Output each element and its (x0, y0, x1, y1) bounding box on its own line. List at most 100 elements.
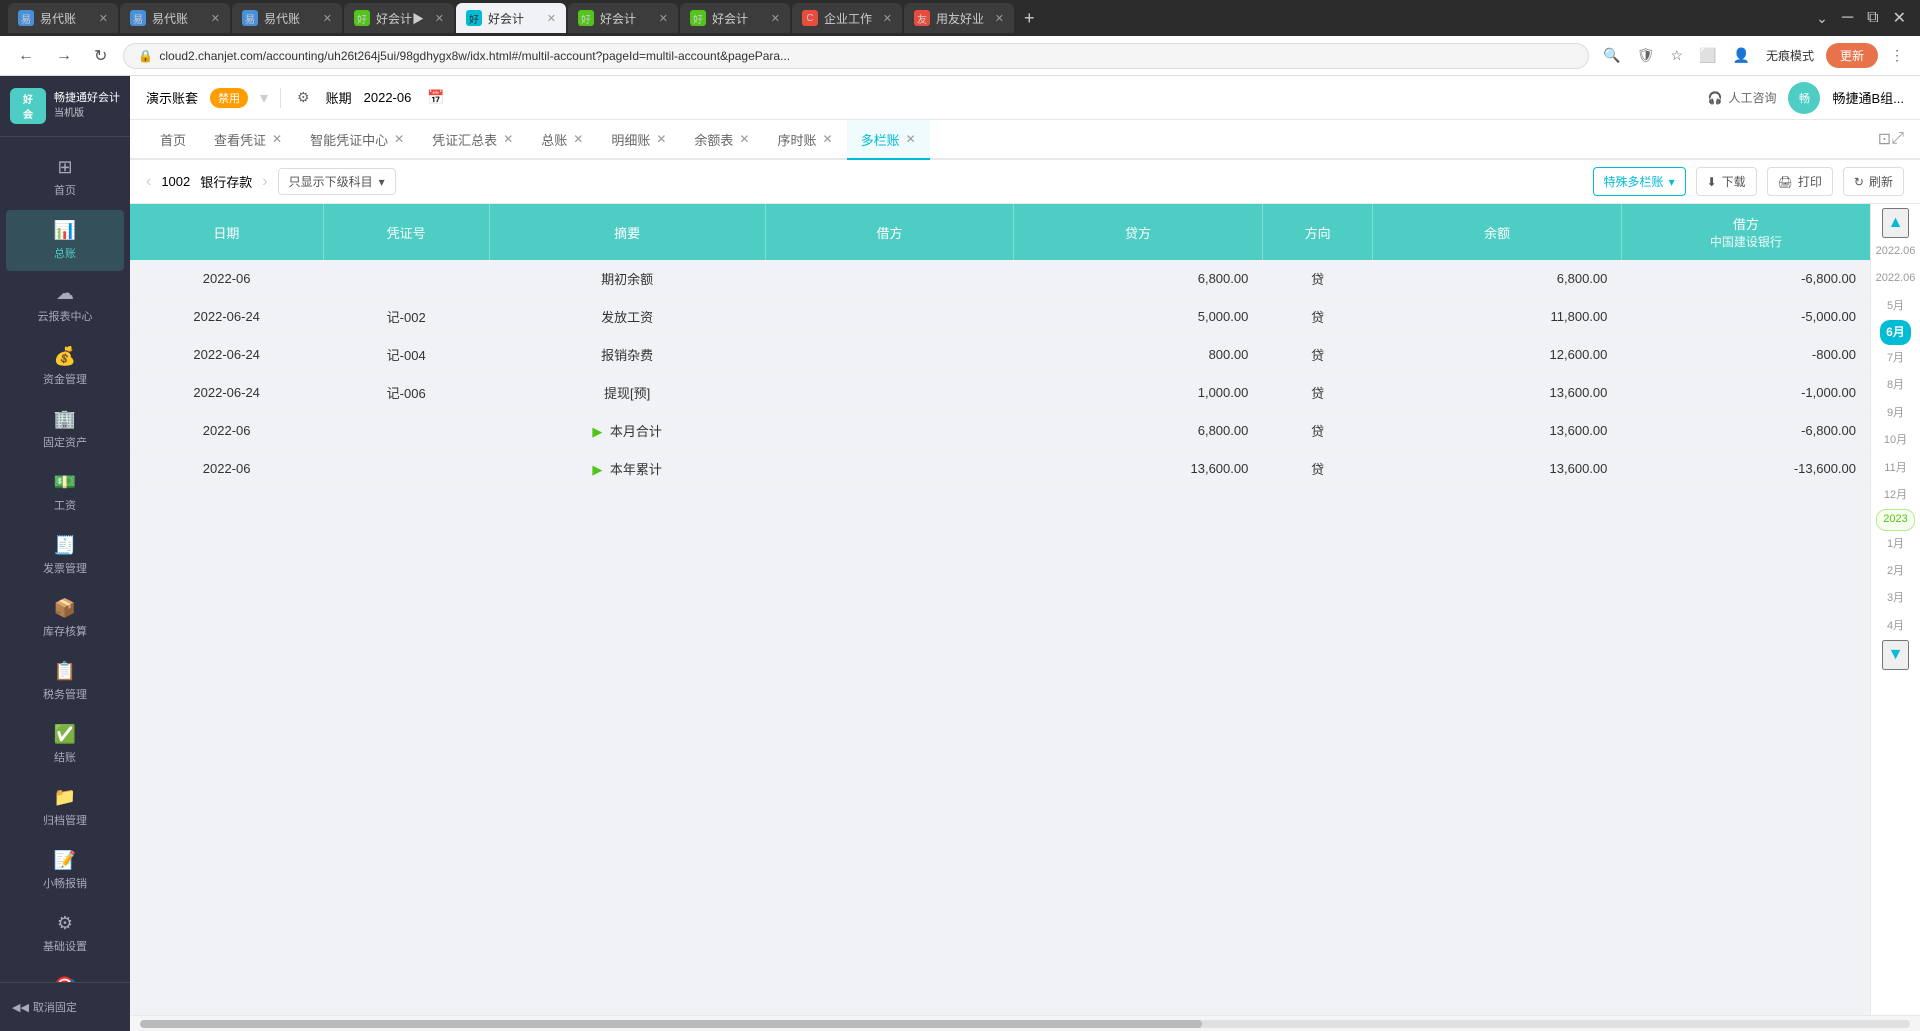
forward-button[interactable]: → (50, 43, 78, 69)
refresh-button[interactable]: ↻ 刷新 (1843, 167, 1904, 196)
bookmark-btn[interactable]: ☆ (1667, 43, 1688, 68)
tab-8-close[interactable]: ✕ (883, 12, 892, 25)
restore-btn[interactable]: ⧉ (1861, 9, 1884, 27)
timeline-scroll-up[interactable]: ▲ (1882, 208, 1910, 238)
account-prev-button[interactable]: ‹ (146, 173, 151, 191)
tab-9-close[interactable]: ✕ (995, 12, 1004, 25)
cell-voucher-3[interactable]: 记-006 (323, 374, 489, 412)
timeline-2023-3[interactable]: 3月 (1883, 585, 1908, 612)
sidebar-item-inventory[interactable]: 📦 库存核算 (6, 588, 124, 649)
tab-1-close[interactable]: ✕ (99, 12, 108, 25)
timeline-5[interactable]: 5月 (1883, 293, 1908, 320)
ai-consult-button[interactable]: 🎧 人工咨询 (1708, 89, 1777, 106)
print-button[interactable]: 🖨 打印 (1767, 167, 1833, 196)
timeline-9[interactable]: 9月 (1883, 400, 1908, 427)
panel-collapse-button[interactable]: ⊡ (1878, 129, 1891, 149)
timeline-2022-06-2[interactable]: 2022.06 (1872, 265, 1920, 292)
sidebar-item-tax[interactable]: 📋 税务管理 (6, 651, 124, 712)
tab-balance-sheet[interactable]: 余额表 ✕ (680, 120, 763, 160)
tab-detail-ledger[interactable]: 明细账 ✕ (597, 120, 680, 160)
tab-6[interactable]: 好 好会计 ✕ (568, 3, 678, 33)
update-button[interactable]: 更新 (1826, 43, 1878, 68)
search-toolbar-btn[interactable]: 🔍 (1599, 43, 1624, 68)
cell-voucher-2[interactable]: 记-004 (323, 336, 489, 374)
tab-multi-column[interactable]: 多栏账 ✕ (847, 120, 930, 160)
tab-6-close[interactable]: ✕ (659, 12, 668, 25)
dropdown-arrow-icon[interactable]: ▾ (260, 88, 268, 108)
scrollbar-thumb[interactable] (140, 1020, 1202, 1028)
tab-2-close[interactable]: ✕ (211, 12, 220, 25)
tab-balance-sheet-close[interactable]: ✕ (739, 132, 749, 146)
tab-5-close[interactable]: ✕ (547, 12, 556, 25)
tab-8[interactable]: C 企业工作 ✕ (792, 3, 902, 33)
tab-voucher-summary[interactable]: 凭证汇总表 ✕ (418, 120, 527, 160)
tab-sequence-ledger-close[interactable]: ✕ (823, 132, 833, 146)
back-button[interactable]: ← (12, 43, 40, 69)
tab-view-voucher-close[interactable]: ✕ (272, 132, 282, 146)
tab-5[interactable]: 好 好会计 ✕ (456, 3, 566, 33)
tab-1[interactable]: 易 易代账 ✕ (8, 3, 118, 33)
tab-view-voucher[interactable]: 查看凭证 ✕ (200, 120, 296, 160)
cell-voucher-1[interactable]: 记-002 (323, 298, 489, 336)
panel-expand-button[interactable]: ⤢ (1891, 130, 1904, 148)
account-next-button[interactable]: › (262, 173, 267, 191)
timeline-10[interactable]: 10月 (1880, 427, 1911, 454)
tab-4-close[interactable]: ✕ (435, 12, 444, 25)
tab-smart-voucher[interactable]: 智能凭证中心 ✕ (296, 120, 418, 160)
tab-2[interactable]: 易 易代账 ✕ (120, 3, 230, 33)
sidebar-item-invoice[interactable]: 🧾 发票管理 (6, 525, 124, 586)
sub-filter-dropdown[interactable]: 只显示下级科目 ▾ (278, 168, 396, 195)
timeline-2022-06-1[interactable]: 2022.06 (1872, 238, 1920, 265)
sidebar-item-ledger[interactable]: 📊 总账 (6, 210, 124, 271)
tab-3-close[interactable]: ✕ (323, 12, 332, 25)
tab-9[interactable]: 友 用友好业 ✕ (904, 3, 1014, 33)
sidebar-item-funds[interactable]: 💰 资金管理 (6, 336, 124, 397)
reload-button[interactable]: ↻ (88, 42, 113, 70)
tab-voucher-summary-close[interactable]: ✕ (503, 132, 513, 146)
tab-7-close[interactable]: ✕ (771, 12, 780, 25)
special-multi-btn[interactable]: 特殊多栏账 ▾ (1593, 167, 1686, 196)
sidebar-item-close[interactable]: ✅ 结账 (6, 714, 124, 775)
profile-btn[interactable]: 👤 (1729, 43, 1754, 68)
sidebar-item-home[interactable]: ⊞ 首页 (6, 147, 124, 208)
tab-multi-column-close[interactable]: ✕ (906, 132, 916, 146)
timeline-2023-1[interactable]: 1月 (1883, 531, 1908, 558)
timeline-7[interactable]: 7月 (1883, 345, 1908, 372)
tab-4[interactable]: 好 好会计▶ ✕ (344, 3, 454, 33)
pin-button[interactable]: ◀◀ 取消固定 (6, 993, 124, 1021)
timeline-8[interactable]: 8月 (1883, 372, 1908, 399)
tab-sequence-ledger[interactable]: 序时账 ✕ (763, 120, 846, 160)
sidebar-item-assets[interactable]: 🏢 固定资产 (6, 399, 124, 460)
settings-gear-button[interactable]: ⚙ (293, 85, 314, 110)
tab-7[interactable]: 好 好会计 ✕ (680, 3, 790, 33)
download-button[interactable]: ⬇ 下载 (1696, 167, 1757, 196)
shield-btn[interactable]: 🛡 (1633, 43, 1659, 68)
timeline-2023-2[interactable]: 2月 (1883, 558, 1908, 585)
horizontal-scrollbar[interactable] (140, 1020, 1910, 1028)
minimize-btn[interactable]: ─ (1836, 9, 1859, 27)
new-tab-button[interactable]: + (1016, 8, 1043, 29)
sidebar-item-payroll[interactable]: 💵 工资 (6, 462, 124, 523)
timeline-2023[interactable]: 2023 (1876, 509, 1914, 530)
timeline-6[interactable]: 6月 (1880, 320, 1911, 345)
tab-list-btn[interactable]: ⌄ (1810, 10, 1834, 27)
timeline-11[interactable]: 11月 (1880, 455, 1910, 482)
sidebar-item-archive[interactable]: 📁 归档管理 (6, 777, 124, 838)
url-bar[interactable]: 🔒 cloud2.chanjet.com/accounting/uh26t264… (123, 43, 1589, 69)
tab-general-ledger[interactable]: 总账 ✕ (527, 120, 597, 160)
calendar-button[interactable]: 📅 (423, 85, 448, 110)
sidebar-toggle-btn[interactable]: ⬜ (1695, 43, 1720, 68)
tab-3[interactable]: 易 易代账 ✕ (232, 3, 342, 33)
tab-detail-ledger-close[interactable]: ✕ (656, 132, 666, 146)
sidebar-item-settings[interactable]: ⚙ 基础设置 (6, 903, 124, 964)
close-btn[interactable]: ✕ (1887, 8, 1912, 28)
timeline-scroll-down[interactable]: ▼ (1882, 640, 1910, 670)
menu-btn[interactable]: ⋮ (1886, 43, 1908, 68)
sidebar-item-guide[interactable]: 🎯 新手引导 (6, 966, 124, 982)
tab-smart-voucher-close[interactable]: ✕ (394, 132, 404, 146)
timeline-2023-4[interactable]: 4月 (1883, 613, 1908, 640)
sidebar-item-reports[interactable]: ☁ 云报表中心 (6, 273, 124, 334)
tab-home[interactable]: 首页 (146, 120, 200, 160)
sidebar-item-expense[interactable]: 📝 小畅报销 (6, 840, 124, 901)
timeline-12[interactable]: 12月 (1880, 482, 1911, 509)
